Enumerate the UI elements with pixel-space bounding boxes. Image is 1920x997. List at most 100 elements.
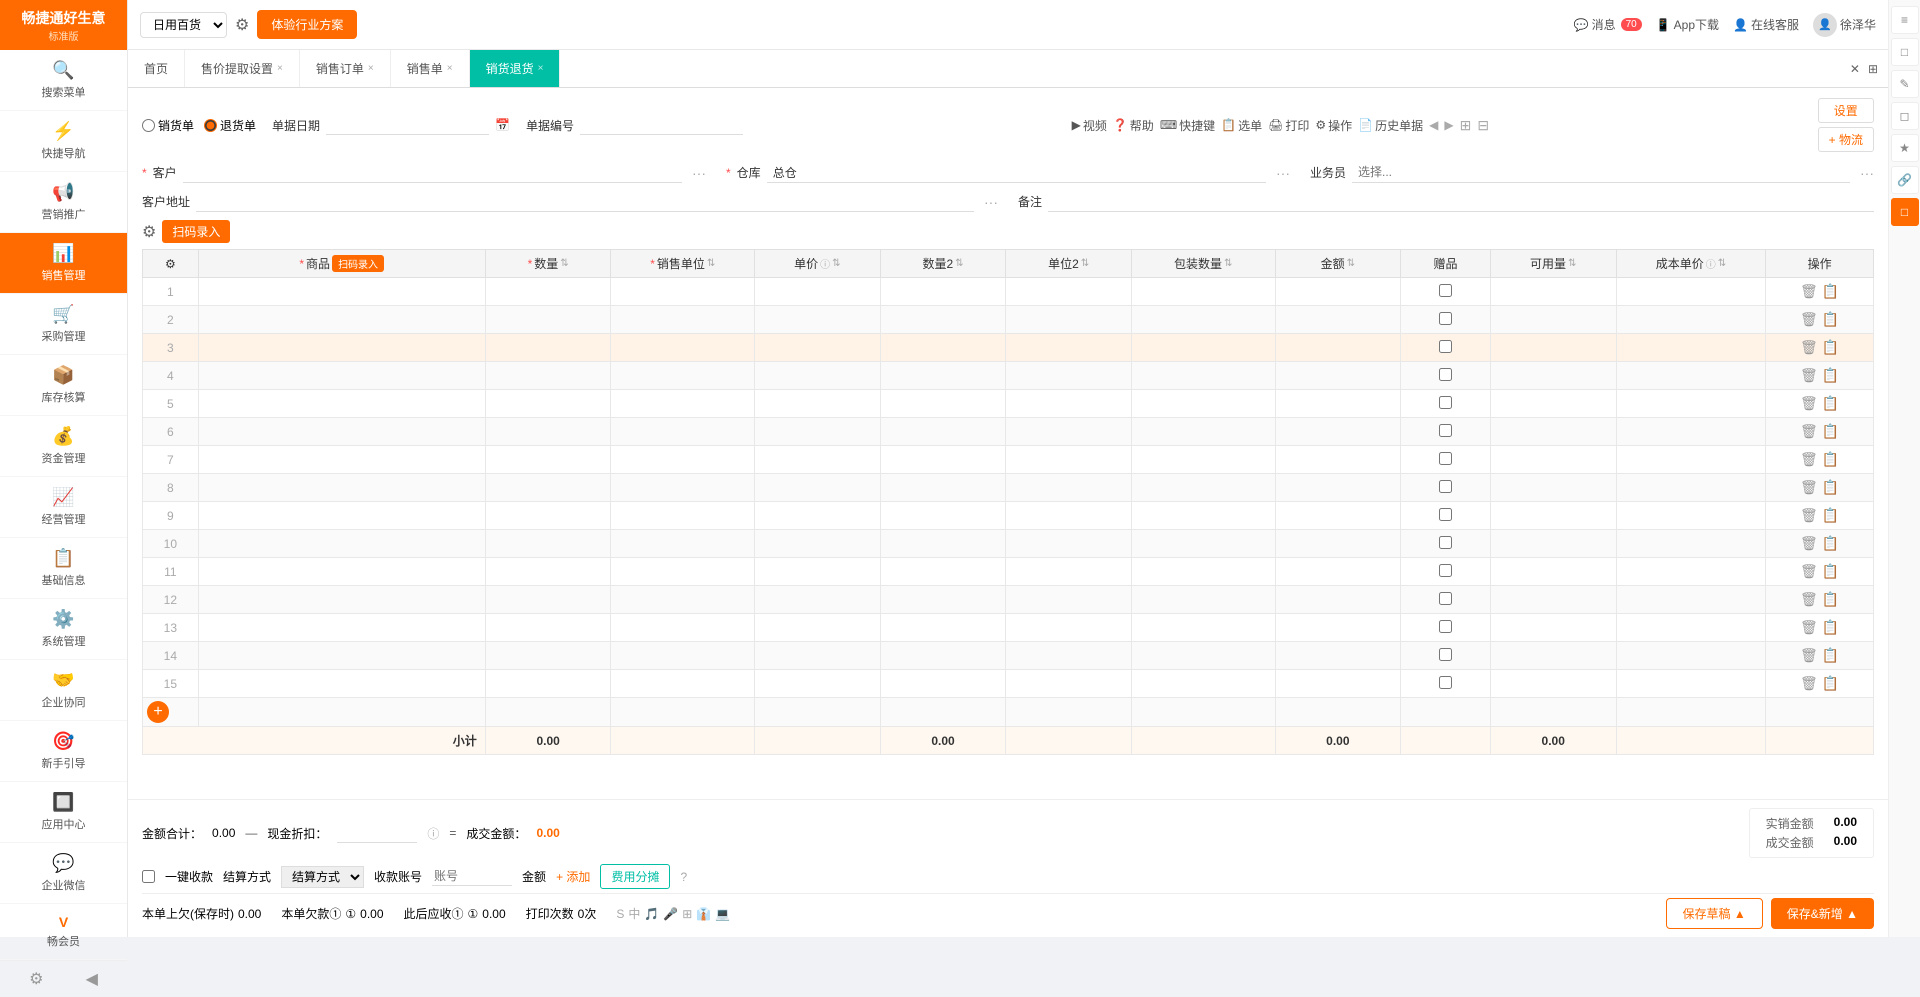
right-panel-btn-1[interactable]: ≡ [1891,6,1919,34]
available-cell[interactable] [1490,446,1616,474]
cost-price-cell[interactable] [1616,614,1766,642]
unit2-cell[interactable] [1006,670,1132,698]
copy-row-icon[interactable]: 📋 [1822,339,1839,356]
unit-cell[interactable] [611,614,755,642]
delete-row-icon[interactable]: 🗑 [1800,563,1818,580]
scan-btn-inline[interactable]: 扫码录入 [332,255,384,272]
logistics-btn[interactable]: + 物流 [1818,127,1874,152]
amount-cell[interactable] [1275,670,1401,698]
right-panel-btn-7[interactable]: □ [1891,198,1919,226]
amount-cell[interactable] [1275,474,1401,502]
packqty-cell[interactable] [1131,418,1275,446]
product-cell[interactable] [198,474,485,502]
unit-cell[interactable] [611,558,755,586]
amount-cell[interactable] [1275,558,1401,586]
unit2-cell[interactable] [1006,614,1132,642]
sidebar-item-enterprise[interactable]: 🤝 企业协同 [0,660,127,721]
cost-price-cell[interactable] [1616,278,1766,306]
history-action[interactable]: 📄历史单据 [1358,117,1423,134]
available-cell[interactable] [1490,614,1616,642]
info-icon[interactable]: ⓘ [427,825,439,842]
delete-row-icon[interactable]: 🗑 [1800,311,1818,328]
packqty-cell[interactable] [1131,474,1275,502]
price-cell[interactable] [755,278,881,306]
qty2-cell[interactable] [880,558,1006,586]
qty-cell[interactable] [485,446,611,474]
tab-sales-order[interactable]: 销售订单 × [300,50,391,87]
delete-row-icon[interactable]: 🗑 [1800,339,1818,356]
tab-home[interactable]: 首页 [128,50,185,87]
price-cell[interactable] [755,446,881,474]
customer-more-icon[interactable]: ··· [692,165,706,181]
unit-cell[interactable] [611,670,755,698]
gift-cell[interactable] [1401,614,1491,642]
packqty-cell[interactable] [1131,390,1275,418]
right-panel-btn-5[interactable]: ★ [1891,134,1919,162]
product-cell[interactable] [198,306,485,334]
cost-price-cell[interactable] [1616,390,1766,418]
shortcut-action[interactable]: ⌨快捷键 [1160,117,1215,134]
qty2-cell[interactable] [880,642,1006,670]
amount-cell[interactable] [1275,418,1401,446]
radio-delivery-input[interactable] [142,119,155,132]
price-cell[interactable] [755,390,881,418]
gift-cell[interactable] [1401,558,1491,586]
product-cell[interactable] [198,558,485,586]
copy-row-icon[interactable]: 📋 [1822,535,1839,552]
topbar-gear-icon[interactable]: ⚙ [235,15,249,35]
unit-cell[interactable] [611,446,755,474]
doc-num-input[interactable]: SA-20230320-001 [580,116,743,135]
copy-row-icon[interactable]: 📋 [1822,395,1839,412]
gift-checkbox[interactable] [1405,508,1486,521]
available-cell[interactable] [1490,390,1616,418]
qty2-cell[interactable] [880,446,1006,474]
gift-cell[interactable] [1401,502,1491,530]
product-cell[interactable] [198,278,485,306]
radio-return[interactable]: 退货单 [204,117,256,134]
copy-row-icon[interactable]: 📋 [1822,423,1839,440]
copy-row-icon[interactable]: 📋 [1822,675,1839,692]
delete-row-icon[interactable]: 🗑 [1800,479,1818,496]
fee-split-btn[interactable]: 费用分摊 [600,864,670,889]
experience-btn[interactable]: 体验行业方案 [257,10,357,39]
salesperson-input[interactable] [1352,162,1850,183]
available-cell[interactable] [1490,586,1616,614]
copy-row-icon[interactable]: 📋 [1822,507,1839,524]
sidebar-item-apps[interactable]: 🔲 应用中心 [0,782,127,843]
calc-method-select[interactable]: 结算方式 [281,866,364,888]
gift-checkbox[interactable] [1405,592,1486,605]
cash-discount-input[interactable] [337,824,417,843]
unit2-cell[interactable] [1006,362,1132,390]
scan-btn[interactable]: 扫码录入 [162,220,230,243]
note-input[interactable] [1048,191,1874,212]
qty-cell[interactable] [485,278,611,306]
available-cell[interactable] [1490,474,1616,502]
price-cell[interactable] [755,670,881,698]
cost-price-cell[interactable] [1616,446,1766,474]
price-cell[interactable] [755,642,881,670]
packqty-cell[interactable] [1131,614,1275,642]
gift-checkbox[interactable] [1405,536,1486,549]
delete-row-icon[interactable]: 🗑 [1800,647,1818,664]
gift-cell[interactable] [1401,362,1491,390]
qty2-cell[interactable] [880,418,1006,446]
product-cell[interactable] [198,418,485,446]
table-settings-icon[interactable]: ⚙ [142,222,156,242]
print-action[interactable]: 🖨打印 [1268,117,1309,134]
close-tab-icon[interactable]: ✕ [1850,62,1860,76]
unit2-cell[interactable] [1006,418,1132,446]
collapse-icon[interactable]: ◀ [86,969,98,989]
available-cell[interactable] [1490,418,1616,446]
gift-cell[interactable] [1401,390,1491,418]
price-info-icon[interactable]: ⓘ [820,256,830,271]
qty2-cell[interactable] [880,278,1006,306]
sidebar-item-wechat[interactable]: 💬 企业微信 [0,843,127,904]
cost-price-cell[interactable] [1616,586,1766,614]
available-cell[interactable] [1490,334,1616,362]
gift-cell[interactable] [1401,642,1491,670]
calendar-icon[interactable]: 📅 [495,118,510,132]
unit-cell[interactable] [611,334,755,362]
sidebar-item-search[interactable]: 🔍 搜索菜单 [0,50,127,111]
unit2-cell[interactable] [1006,474,1132,502]
available-cell[interactable] [1490,670,1616,698]
